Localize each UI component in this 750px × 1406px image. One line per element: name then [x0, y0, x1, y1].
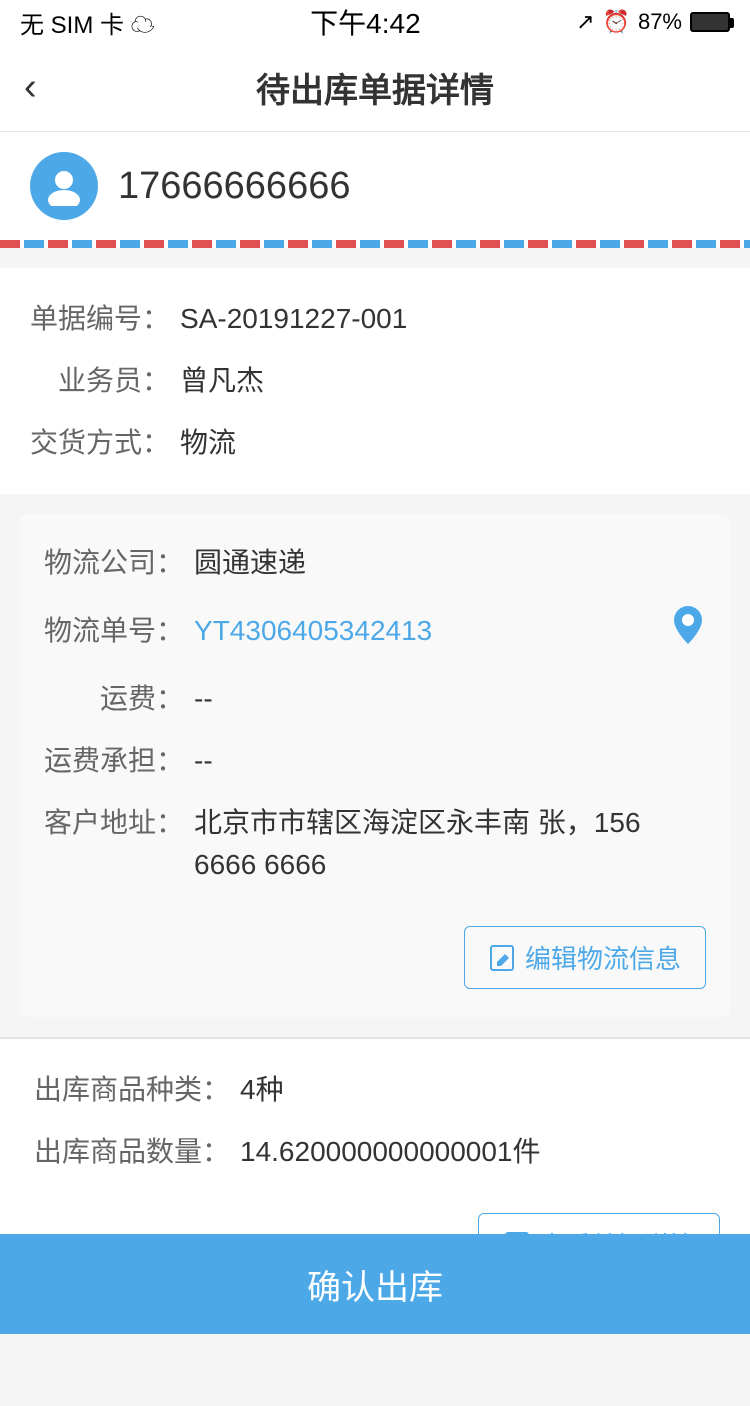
customer-address-row: 客户地址： 北京市市辖区海淀区永丰南 张，156 6666 6666 [44, 802, 706, 886]
dashed-separator [0, 240, 750, 248]
user-phone: 17666666666 [118, 165, 350, 208]
status-right: ↗ ⏰ 87% [576, 9, 730, 35]
order-no-value: SA-20191227-001 [170, 298, 720, 340]
logistics-section: 物流公司： 圆通速递 物流单号： YT43064053424​13 运费： --… [20, 514, 730, 1017]
freight-bearer-value: -- [184, 740, 706, 782]
confirm-label: 确认出库 [307, 1260, 443, 1309]
goods-types-label: 出库商品种类： [30, 1069, 230, 1111]
nav-bar: ‹ 待出库单据详情 [0, 44, 750, 132]
logistics-company-row: 物流公司： 圆通速递 [44, 542, 706, 584]
sim-status: 无 SIM 卡 ☁ [20, 5, 155, 40]
logistics-tracking-label: 物流单号： [44, 610, 184, 652]
freight-row: 运费： -- [44, 678, 706, 720]
salesperson-value: 曾凡杰 [170, 360, 720, 402]
logistics-tracking-value: YT43064053424​13 [184, 610, 660, 652]
delivery-method-value: 物流 [170, 422, 720, 464]
back-button[interactable]: ‹ [24, 66, 37, 109]
freight-bearer-label: 运费承担： [44, 740, 184, 782]
salesperson-label: 业务员： [30, 360, 170, 402]
freight-bearer-row: 运费承担： -- [44, 740, 706, 782]
freight-value: -- [184, 678, 706, 720]
edit-icon [489, 944, 517, 972]
avatar [30, 152, 98, 220]
status-bar: 无 SIM 卡 ☁ 下午4:42 ↗ ⏰ 87% [0, 0, 750, 44]
edit-logistics-label: 编辑物流信息 [525, 939, 681, 976]
battery-icon [690, 12, 730, 32]
customer-address-label: 客户地址： [44, 802, 184, 844]
status-left: 无 SIM 卡 ☁ [20, 5, 155, 40]
battery-label: 87% [638, 9, 682, 35]
alarm-icon: ⏰ [603, 9, 630, 35]
goods-types-row: 出库商品种类： 4种 [30, 1069, 720, 1111]
logistics-company-value: 圆通速递 [184, 542, 706, 584]
delivery-method-row: 交货方式： 物流 [30, 422, 720, 464]
status-time: 下午4:42 [310, 2, 421, 42]
confirm-button[interactable]: 确认出库 [0, 1234, 750, 1334]
logistics-tracking-row: 物流单号： YT43064053424​13 [44, 604, 706, 658]
delivery-method-label: 交货方式： [30, 422, 170, 464]
customer-address-value: 北京市市辖区海淀区永丰南 张，156 6666 6666 [184, 802, 706, 886]
goods-quantity-label: 出库商品数量： [30, 1131, 230, 1173]
freight-label: 运费： [44, 678, 184, 720]
map-pin-icon[interactable] [670, 604, 706, 658]
order-no-label: 单据编号： [30, 298, 170, 340]
person-icon [44, 166, 84, 206]
order-info-section: 单据编号： SA-20191227-001 业务员： 曾凡杰 交货方式： 物流 [0, 268, 750, 494]
location-pin-svg [670, 604, 706, 646]
logistics-company-label: 物流公司： [44, 542, 184, 584]
goods-types-value: 4种 [230, 1069, 720, 1111]
goods-quantity-row: 出库商品数量： 14.620000000000001件 [30, 1131, 720, 1173]
order-no-row: 单据编号： SA-20191227-001 [30, 298, 720, 340]
page-title: 待出库单据详情 [256, 63, 494, 112]
user-header: 17666666666 [0, 132, 750, 240]
edit-logistics-button[interactable]: 编辑物流信息 [464, 926, 706, 989]
salesperson-row: 业务员： 曾凡杰 [30, 360, 720, 402]
goods-quantity-value: 14.620000000000001件 [230, 1131, 720, 1173]
location-icon: ↗ [576, 9, 594, 35]
